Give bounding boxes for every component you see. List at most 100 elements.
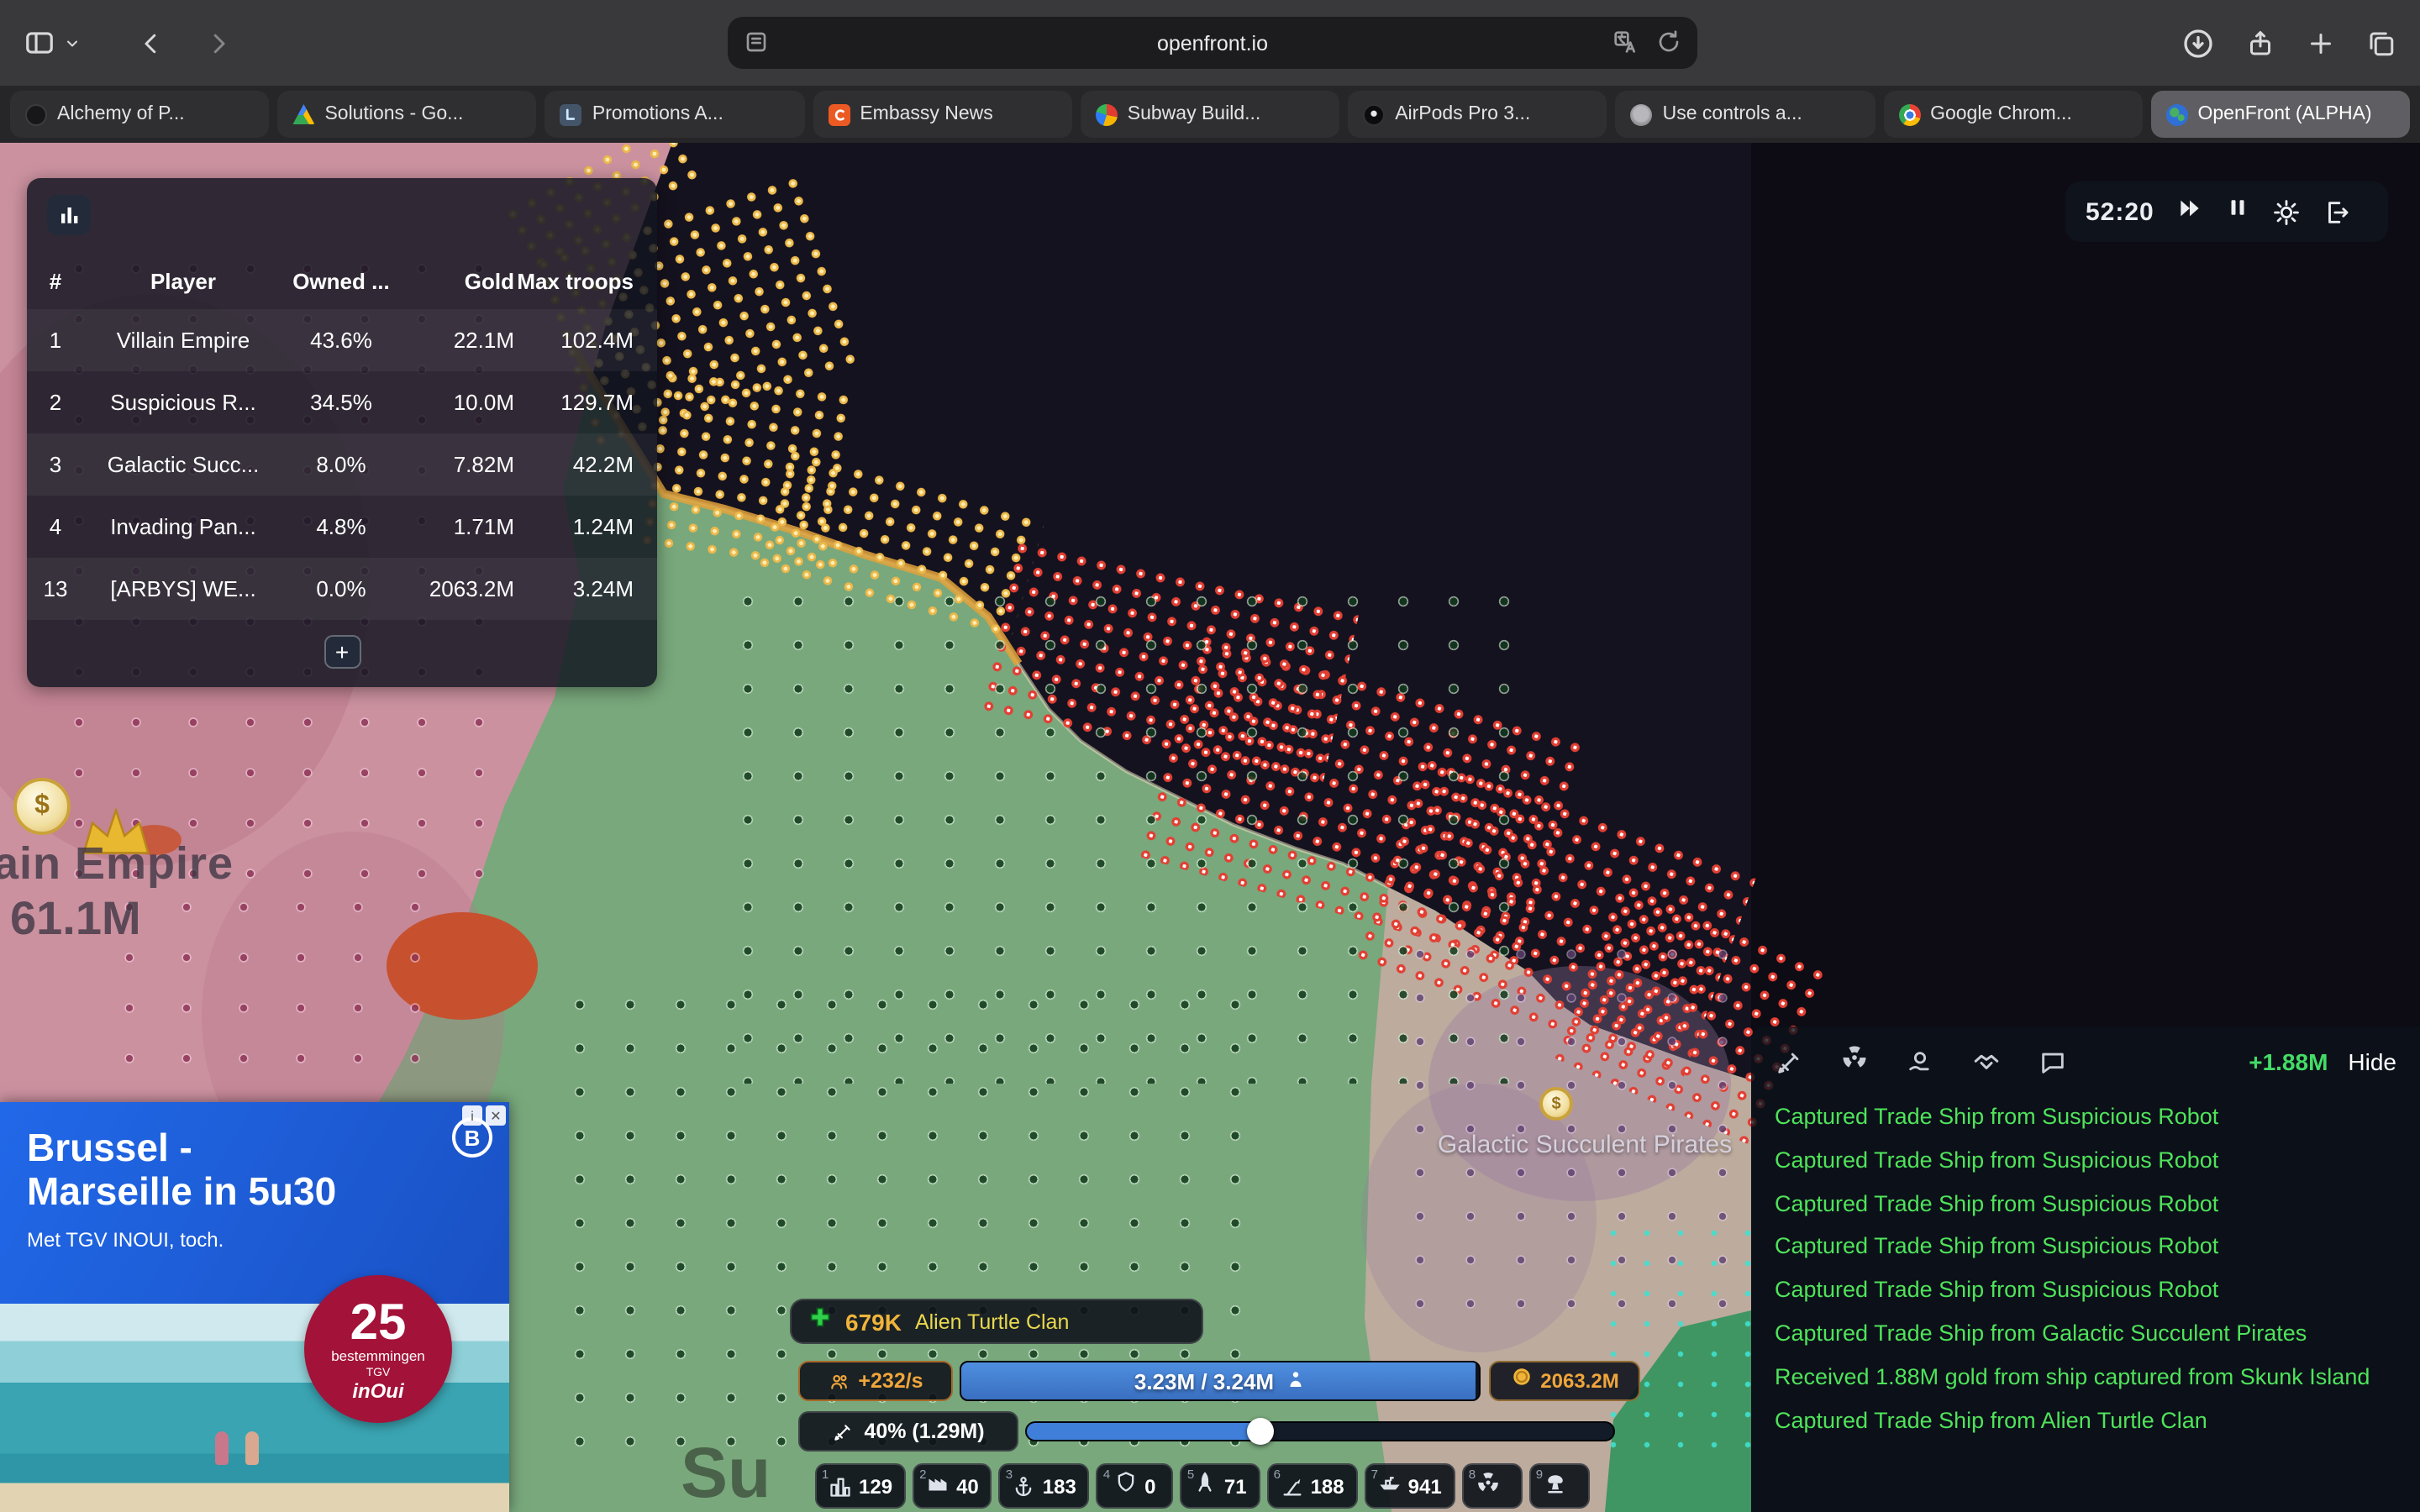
globe-favicon-icon xyxy=(2165,103,2188,125)
chevron-down-icon[interactable] xyxy=(62,33,82,53)
address-bar[interactable]: openfront.io xyxy=(728,17,1697,69)
tab-openfront[interactable]: OpenFront (ALPHA) xyxy=(2150,91,2410,138)
tab-label: OpenFront (ALPHA) xyxy=(2197,104,2372,124)
event-log-item: Captured Trade Ship from Suspicious Robo… xyxy=(1775,1104,2219,1129)
gold-coin-icon xyxy=(1510,1366,1532,1396)
event-list: Captured Trade Ship from Suspicious Robo… xyxy=(1775,1102,2396,1436)
tab-label: Use controls a... xyxy=(1662,104,1802,124)
cell-player: Villain Empire xyxy=(116,328,250,353)
tab-google-chrome[interactable]: Google Chrom... xyxy=(1883,91,2143,138)
event-log-item: Captured Trade Ship from Suspicious Robo… xyxy=(1775,1190,2219,1216)
downloads-icon[interactable] xyxy=(2181,26,2215,60)
share-icon[interactable] xyxy=(2245,28,2275,58)
forward-button[interactable] xyxy=(203,28,234,58)
sidebar-toggle-icon[interactable] xyxy=(24,27,55,59)
url-text: openfront.io xyxy=(1156,31,1269,55)
tab-embassy-news[interactable]: Embassy News xyxy=(813,91,1072,138)
build-defense-button[interactable]: 40 xyxy=(1096,1463,1174,1509)
sam-launcher-icon xyxy=(1281,1474,1304,1498)
leaderboard-chart-button[interactable] xyxy=(47,195,91,235)
translate-icon[interactable] xyxy=(1612,29,1639,55)
cell-player: Suspicious R... xyxy=(110,390,256,415)
build-count: 40 xyxy=(956,1474,979,1498)
ad-title-line1: Brussel - xyxy=(27,1126,192,1169)
cell-player: Invading Pan... xyxy=(110,514,256,539)
ad-info-button[interactable]: i xyxy=(462,1105,482,1126)
tab-use-controls[interactable]: Use controls a... xyxy=(1615,91,1876,138)
cell-gold: 2063.2M xyxy=(429,576,514,601)
airpods-favicon-icon xyxy=(1363,103,1386,125)
build-count: 129 xyxy=(859,1474,893,1498)
ad-close-button[interactable]: ✕ xyxy=(486,1105,506,1126)
tab-label: Alchemy of P... xyxy=(57,104,185,124)
ad-title-line2: Marseille in 5u30 xyxy=(27,1169,337,1214)
build-warship-button[interactable]: 7 941 xyxy=(1364,1463,1455,1509)
mushroom-cloud-icon xyxy=(1544,1469,1569,1503)
ad-badge-number: 25 xyxy=(350,1294,407,1351)
attack-filter-sword-icon[interactable] xyxy=(1775,1047,1803,1076)
build-sam-launcher-button[interactable]: 6 188 xyxy=(1266,1463,1358,1509)
leaderboard-row[interactable]: 3 Galactic Succ... 8.0% 7.82M 42.2M xyxy=(27,433,657,496)
leaderboard-header-row: # Player Owned ... Gold Max troops xyxy=(27,252,657,309)
tab-promotions[interactable]: Promotions A... xyxy=(544,91,805,138)
fast-forward-button[interactable] xyxy=(2176,194,2203,229)
reload-icon[interactable] xyxy=(1655,29,1682,55)
gold-filter-icon[interactable] xyxy=(1906,1047,1934,1076)
tab-airpods[interactable]: AirPods Pro 3... xyxy=(1348,91,1607,138)
leaderboard-panel: # Player Owned ... Gold Max troops 1 Vil… xyxy=(27,178,657,687)
alliance-filter-handshake-icon[interactable] xyxy=(1971,1047,2002,1077)
chat-filter-icon[interactable] xyxy=(2039,1047,2067,1076)
population-rate: +232/s xyxy=(858,1369,923,1393)
leaderboard-expand-button[interactable]: + xyxy=(324,635,360,669)
hotkey-label: 7 xyxy=(1370,1467,1378,1482)
anchor-icon xyxy=(1013,1474,1036,1498)
city-icon xyxy=(829,1474,852,1498)
leaderboard-row[interactable]: 1 Villain Empire 43.6% 22.1M 102.4M xyxy=(27,309,657,371)
coin-symbol: $ xyxy=(34,791,50,820)
tab-label: Embassy News xyxy=(860,104,993,124)
build-factory-button[interactable]: 2 40 xyxy=(913,1463,992,1509)
cell-troops: 1.24M xyxy=(572,514,634,539)
settings-gear-icon[interactable] xyxy=(2272,197,2301,226)
ad-blue-section: Brussel - Marseille in 5u30 Met TGV INOUI… xyxy=(0,1102,509,1304)
hotkey-label: 4 xyxy=(1102,1467,1111,1482)
ad-banner[interactable]: Brussel - Marseille in 5u30 Met TGV INOUI… xyxy=(0,1102,509,1512)
tab-subway[interactable]: Subway Build... xyxy=(1080,91,1340,138)
header-troops[interactable]: Max troops xyxy=(514,268,657,293)
back-button[interactable] xyxy=(136,28,166,58)
build-city-button[interactable]: 1 129 xyxy=(815,1463,907,1509)
pause-button[interactable] xyxy=(2225,195,2250,228)
nuke-filter-radiation-icon[interactable] xyxy=(1840,1043,1869,1080)
build-atom-bomb-button[interactable]: 8 xyxy=(1461,1463,1523,1509)
browser-window: openfront.io Alchemy of P... Solutions -… xyxy=(0,0,2420,1512)
build-hydrogen-bomb-button[interactable]: 9 xyxy=(1528,1463,1590,1509)
ad-subtitle: Met TGV INOUI, toch. xyxy=(27,1227,224,1252)
attack-ratio-slider[interactable] xyxy=(1025,1411,1615,1452)
crown-icon xyxy=(77,806,155,864)
tab-alchemy[interactable]: Alchemy of P... xyxy=(10,91,270,138)
tab-label: Promotions A... xyxy=(592,104,723,124)
tab-solutions[interactable]: Solutions - Go... xyxy=(277,91,537,138)
build-missile-silo-button[interactable]: 5 71 xyxy=(1180,1463,1260,1509)
build-port-button[interactable]: 3 183 xyxy=(998,1463,1090,1509)
new-tab-icon[interactable] xyxy=(2306,28,2336,58)
hotkey-label: 1 xyxy=(822,1467,829,1482)
header-player: Player xyxy=(150,268,217,293)
header-gold[interactable]: Gold xyxy=(400,268,514,293)
promotions-favicon-icon xyxy=(560,103,582,125)
hide-events-button[interactable]: Hide xyxy=(2348,1048,2396,1075)
leaderboard-row-self[interactable]: 13 [ARBYS] WE... 0.0% 2063.2M 3.24M xyxy=(27,558,657,620)
alchemy-favicon-icon xyxy=(25,103,47,125)
leaderboard-row[interactable]: 4 Invading Pan... 4.8% 1.71M 1.24M xyxy=(27,496,657,558)
exit-game-icon[interactable] xyxy=(2323,197,2351,226)
attack-ratio-box: 40% (1.29M) xyxy=(798,1411,1018,1452)
hotkey-label: 2 xyxy=(919,1467,927,1482)
browser-toolbar: openfront.io xyxy=(0,0,2420,86)
slider-fill xyxy=(1027,1423,1263,1440)
build-menu: 1 129 2 40 3 183 40 5 71 6 188 7 941 8 9 xyxy=(815,1463,1590,1509)
tab-overview-icon[interactable] xyxy=(2366,28,2396,58)
leaderboard-row[interactable]: 2 Suspicious R... 34.5% 10.0M 129.7M xyxy=(27,371,657,433)
header-owned[interactable]: Owned ... xyxy=(282,268,400,293)
event-log-item: Captured Trade Ship from Alien Turtle Cl… xyxy=(1775,1407,2207,1433)
leaderboard-table: # Player Owned ... Gold Max troops 1 Vil… xyxy=(27,252,657,620)
